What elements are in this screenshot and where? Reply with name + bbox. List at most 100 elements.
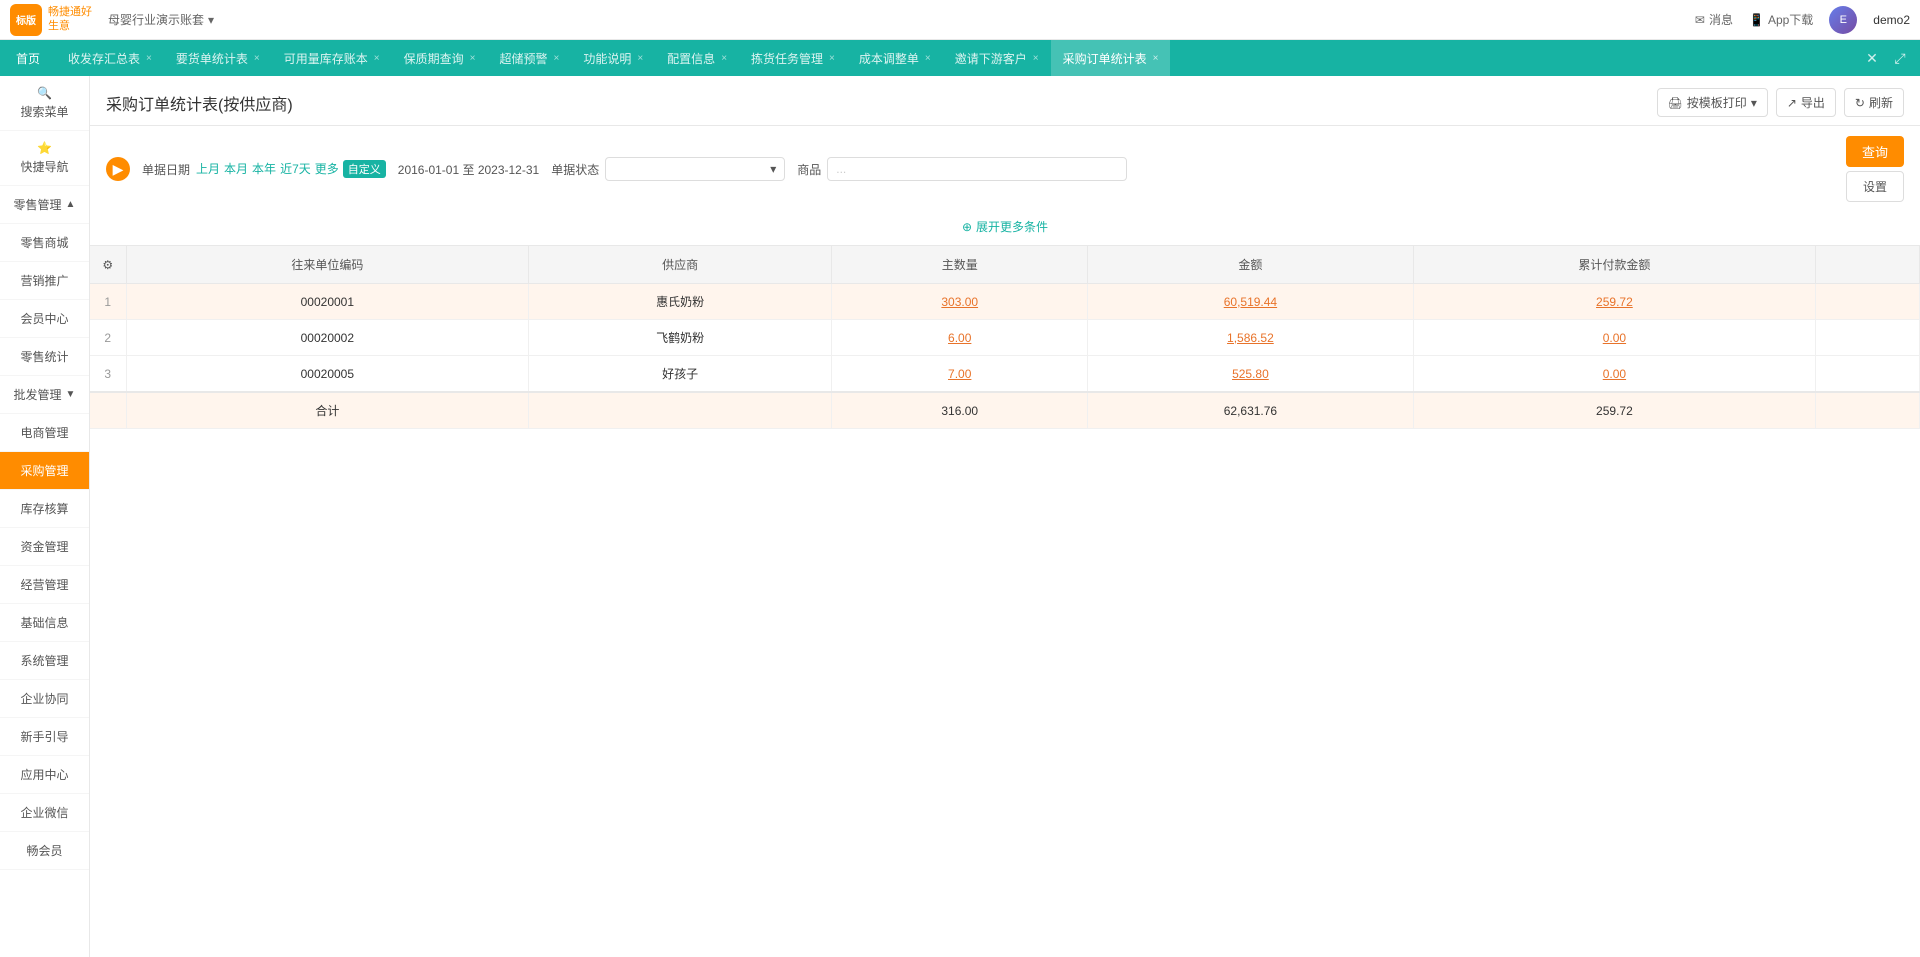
- date-more[interactable]: 更多: [315, 160, 339, 178]
- tab-shoufacun[interactable]: 收发存汇总表 ×: [56, 40, 164, 76]
- query-button[interactable]: 查询: [1846, 136, 1904, 167]
- sidebar-item-management[interactable]: 经营管理: [0, 566, 89, 604]
- goods-select[interactable]: ...: [827, 157, 1127, 181]
- row-supplier: 飞鹤奶粉: [529, 320, 832, 356]
- filter-toggle-button[interactable]: ▶: [106, 157, 130, 181]
- row-qty[interactable]: 303.00: [832, 284, 1088, 320]
- date-7days[interactable]: 近7天: [280, 160, 311, 178]
- row-paid[interactable]: 259.72: [1413, 284, 1816, 320]
- row-qty[interactable]: 7.00: [832, 356, 1088, 393]
- sidebar-item-system[interactable]: 系统管理: [0, 642, 89, 680]
- sidebar-item-finance[interactable]: 资金管理: [0, 528, 89, 566]
- row-amount[interactable]: 1,586.52: [1088, 320, 1413, 356]
- sidebar-item-inventory[interactable]: 库存核算: [0, 490, 89, 528]
- row-extra: [1816, 284, 1920, 320]
- nav-close-button[interactable]: ✕: [1860, 46, 1884, 70]
- nav-home[interactable]: 首页: [0, 40, 56, 76]
- sidebar-item-guide[interactable]: 新手引导: [0, 718, 89, 756]
- sidebar-item-member[interactable]: 会员中心: [0, 300, 89, 338]
- tab-close-icon[interactable]: ×: [721, 53, 727, 64]
- date-this-year[interactable]: 本年: [252, 160, 276, 178]
- tab-close-icon[interactable]: ×: [1033, 53, 1039, 64]
- row-supplier: 惠氏奶粉: [529, 284, 832, 320]
- sidebar-item-retail-shop[interactable]: 零售商城: [0, 224, 89, 262]
- workspace-selector[interactable]: 母婴行业演示账套 ▾: [100, 7, 222, 32]
- sidebar-item-marketing[interactable]: 营销推广: [0, 262, 89, 300]
- col-supplier: 供应商: [529, 246, 832, 284]
- tab-close-icon[interactable]: ×: [829, 53, 835, 64]
- expand-icon: ⊕: [962, 220, 972, 234]
- filter-area: ▶ 单据日期 上月 本月 本年 近7天 更多 自定义 2016-01-01 至 …: [90, 126, 1920, 246]
- tab-label: 保质期查询: [404, 50, 464, 67]
- table-row: 2 00020002 飞鹤奶粉 6.00 1,586.52 0.00: [90, 320, 1920, 356]
- filter-row: ▶ 单据日期 上月 本月 本年 近7天 更多 自定义 2016-01-01 至 …: [106, 136, 1904, 202]
- date-this-month[interactable]: 本月: [224, 160, 248, 178]
- tab-chengben[interactable]: 成本调整单 ×: [847, 40, 943, 76]
- tab-yaohuo[interactable]: 要货单统计表 ×: [164, 40, 272, 76]
- tab-close-icon[interactable]: ×: [637, 53, 643, 64]
- sidebar-item-ecommerce[interactable]: 电商管理: [0, 414, 89, 452]
- goods-placeholder: ...: [836, 162, 846, 176]
- sidebar-item-vip[interactable]: 畅会员: [0, 832, 89, 870]
- sidebar-item-wholesale[interactable]: 批发管理 ▼: [0, 376, 89, 414]
- avatar[interactable]: E: [1829, 6, 1857, 34]
- tab-close-icon[interactable]: ×: [146, 53, 152, 64]
- row-amount[interactable]: 60,519.44: [1088, 284, 1413, 320]
- tab-gongneng[interactable]: 功能说明 ×: [571, 40, 655, 76]
- main-layout: 🔍 搜索菜单 ⭐ 快捷导航 零售管理 ▲ 零售商城 营销推广 会员中心 零售统计…: [0, 76, 1920, 957]
- sidebar-item-retail-mgmt[interactable]: 零售管理 ▲: [0, 186, 89, 224]
- message-label: 消息: [1709, 11, 1733, 28]
- nav-tabs-end: ✕ ⤢: [1860, 46, 1920, 70]
- export-button[interactable]: ↗ 导出: [1776, 88, 1836, 117]
- tab-close-icon[interactable]: ×: [374, 53, 380, 64]
- logo-text: 畅捷通好生意: [48, 6, 100, 32]
- sidebar-item-wecom[interactable]: 企业微信: [0, 794, 89, 832]
- row-paid[interactable]: 0.00: [1413, 356, 1816, 393]
- user-name[interactable]: demo2: [1873, 13, 1910, 27]
- sidebar-item-collab[interactable]: 企业协同: [0, 680, 89, 718]
- row-qty[interactable]: 6.00: [832, 320, 1088, 356]
- tab-chaochu[interactable]: 超储预警 ×: [487, 40, 571, 76]
- sidebar-item-search[interactable]: 🔍 搜索菜单: [0, 76, 89, 131]
- col-settings[interactable]: ⚙: [90, 246, 126, 284]
- refresh-button[interactable]: ↻ 刷新: [1844, 88, 1904, 117]
- tab-close-icon[interactable]: ×: [254, 53, 260, 64]
- sidebar-item-retail-stats[interactable]: 零售统计: [0, 338, 89, 376]
- sidebar-item-quicknav[interactable]: ⭐ 快捷导航: [0, 131, 89, 186]
- tab-close-active-icon[interactable]: ×: [1153, 53, 1159, 64]
- footer-qty: 316.00: [832, 392, 1088, 429]
- expand-conditions-button[interactable]: ⊕ 展开更多条件: [962, 218, 1048, 235]
- status-label: 单据状态: [551, 161, 599, 178]
- status-select[interactable]: ▾: [605, 157, 785, 181]
- print-button[interactable]: 🖨 按模板打印 ▾: [1657, 88, 1768, 117]
- tab-yaoqing[interactable]: 邀请下游客户 ×: [943, 40, 1051, 76]
- row-paid[interactable]: 0.00: [1413, 320, 1816, 356]
- tab-kuyong[interactable]: 可用量库存账本 ×: [272, 40, 392, 76]
- nav-expand-button[interactable]: ⤢: [1888, 46, 1912, 70]
- row-seq: 3: [90, 356, 126, 393]
- message-icon: ✉: [1695, 13, 1705, 27]
- date-last-month[interactable]: 上月: [196, 160, 220, 178]
- date-range-display: 2016-01-01 至 2023-12-31: [398, 161, 539, 178]
- sidebar-item-purchase[interactable]: 采购管理: [0, 452, 89, 490]
- tab-caigou-active[interactable]: 采购订单统计表 ×: [1051, 40, 1171, 76]
- message-button[interactable]: ✉ 消息: [1695, 11, 1733, 28]
- tab-close-icon[interactable]: ×: [470, 53, 476, 64]
- workspace-name: 母婴行业演示账套: [108, 11, 204, 28]
- nav-tabs: 首页 收发存汇总表 × 要货单统计表 × 可用量库存账本 × 保质期查询 × 超…: [0, 40, 1920, 76]
- sidebar-label: 企业微信: [20, 804, 68, 821]
- tab-jianhuo[interactable]: 拣货任务管理 ×: [739, 40, 847, 76]
- tab-baozhi[interactable]: 保质期查询 ×: [392, 40, 488, 76]
- sidebar-label: 搜索菜单: [20, 103, 68, 120]
- query-buttons: 查询 设置: [1846, 136, 1904, 202]
- settings-button[interactable]: 设置: [1846, 171, 1904, 202]
- sidebar-item-appcenter[interactable]: 应用中心: [0, 756, 89, 794]
- tab-peizhi[interactable]: 配置信息 ×: [655, 40, 739, 76]
- row-amount[interactable]: 525.80: [1088, 356, 1413, 393]
- sidebar-item-basic[interactable]: 基础信息: [0, 604, 89, 642]
- app-download-button[interactable]: 📱 App下载: [1749, 11, 1813, 28]
- tab-close-icon[interactable]: ×: [553, 53, 559, 64]
- footer-label: 合计: [126, 392, 529, 429]
- tab-close-icon[interactable]: ×: [925, 53, 931, 64]
- sidebar-label: 库存核算: [20, 500, 68, 517]
